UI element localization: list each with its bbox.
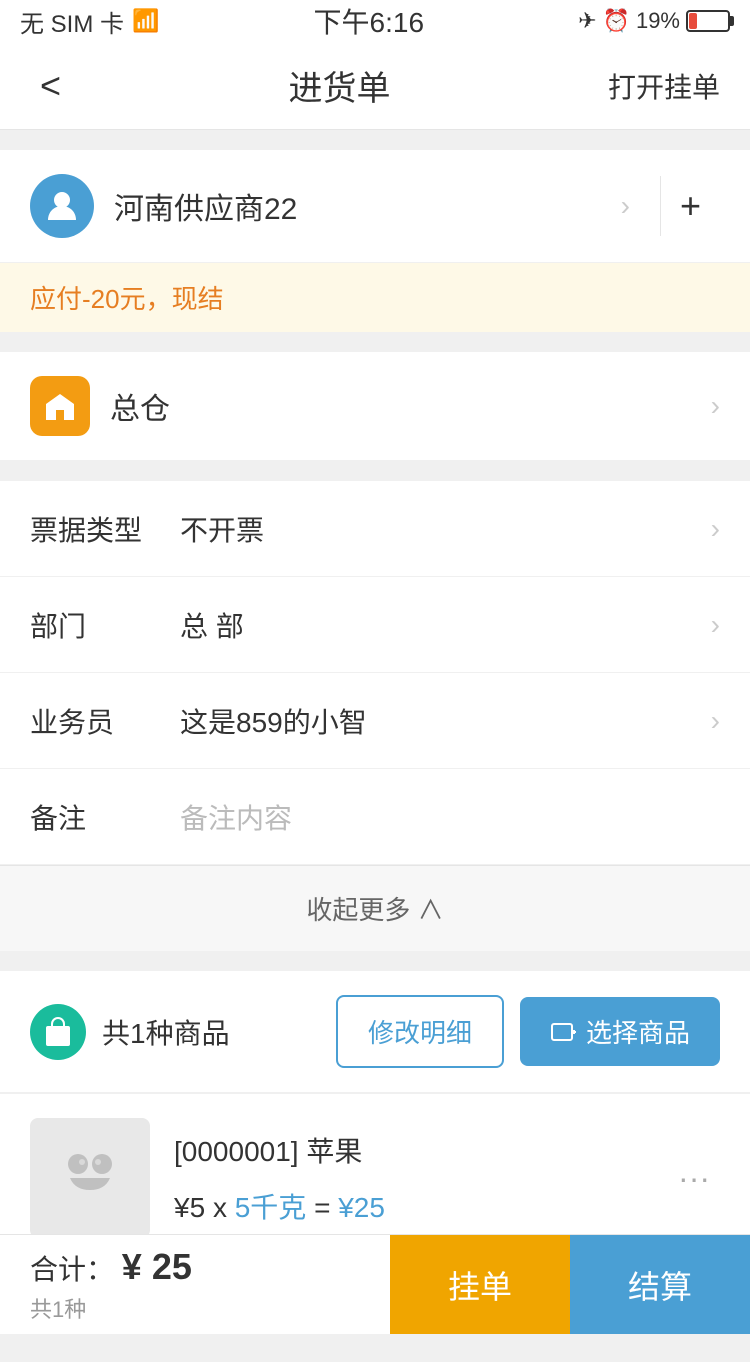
note-label: 备注 xyxy=(30,797,160,837)
status-bar-time: 下午6:16 xyxy=(314,1,425,41)
total-label: 合计： xyxy=(30,1254,114,1285)
invoice-type-row[interactable]: 票据类型 不开票 › xyxy=(0,481,750,577)
select-product-button[interactable]: 选择商品 xyxy=(520,997,720,1066)
product-qty: 5千克 xyxy=(235,1192,307,1223)
invoice-type-chevron-icon: › xyxy=(711,513,720,545)
warehouse-chevron-icon: › xyxy=(711,390,720,422)
product-equals: = xyxy=(314,1192,338,1223)
product-info: [0000001] 苹果 ¥5 x 5千克 = ¥25 xyxy=(174,1130,668,1226)
open-pending-button[interactable]: 打开挂单 xyxy=(608,66,720,106)
department-chevron-icon: › xyxy=(711,609,720,641)
page-title: 进货单 xyxy=(289,61,391,110)
nav-bar: < 进货单 打开挂单 xyxy=(0,42,750,130)
checkout-button[interactable]: 结算 xyxy=(570,1235,750,1334)
product-placeholder-icon xyxy=(60,1148,120,1208)
collapse-button[interactable]: 收起更多 ∧ xyxy=(0,865,750,951)
products-icon xyxy=(30,1004,86,1060)
status-bar: 无 SIM 卡 📶 下午6:16 ✈ ⏰ 19% xyxy=(0,0,750,42)
supplier-name: 河南供应商22 xyxy=(114,184,621,228)
select-product-label: 选择商品 xyxy=(586,1013,690,1050)
product-title: 苹果 xyxy=(306,1136,362,1167)
supplier-notice: 应付-20元，现结 xyxy=(0,263,750,332)
supplier-row[interactable]: 河南供应商22 › + xyxy=(0,150,750,263)
warehouse-icon xyxy=(30,376,90,436)
department-value: 总 部 xyxy=(160,605,711,645)
divider-top xyxy=(0,130,750,150)
department-row[interactable]: 部门 总 部 › xyxy=(0,577,750,673)
house-icon xyxy=(44,390,76,422)
pending-button[interactable]: 挂单 xyxy=(390,1235,570,1334)
product-thumbnail xyxy=(30,1118,150,1238)
salesperson-chevron-icon: › xyxy=(711,705,720,737)
salesperson-value: 这是859的小智 xyxy=(160,701,711,741)
product-unit-price: ¥5 xyxy=(174,1192,205,1223)
add-supplier-button[interactable]: + xyxy=(660,176,720,236)
back-button[interactable]: < xyxy=(30,55,71,117)
products-count: 共1种商品 xyxy=(102,1012,336,1052)
status-bar-left: 无 SIM 卡 📶 xyxy=(20,4,159,39)
wifi-icon: 📶 xyxy=(132,8,159,34)
shopping-bag-icon xyxy=(42,1016,74,1048)
select-product-icon xyxy=(550,1018,578,1046)
warehouse-name: 总仓 xyxy=(110,384,711,428)
product-name: [0000001] 苹果 xyxy=(174,1130,668,1170)
product-total: ¥25 xyxy=(338,1192,385,1223)
product-more-button[interactable]: ··· xyxy=(668,1150,720,1207)
supplier-chevron-icon: › xyxy=(621,190,630,222)
note-row[interactable]: 备注 备注内容 xyxy=(0,769,750,865)
salesperson-label: 业务员 xyxy=(30,701,160,741)
footer-sub-label: 共1种 xyxy=(30,1292,360,1324)
supplier-card: 河南供应商22 › + 应付-20元，现结 xyxy=(0,150,750,332)
battery-percentage: 19% xyxy=(636,8,680,34)
product-code: [0000001] xyxy=(174,1136,299,1167)
total-amount: ¥ 25 xyxy=(122,1246,192,1287)
carrier-text: 无 SIM 卡 xyxy=(20,4,124,39)
department-label: 部门 xyxy=(30,605,160,645)
warehouse-row[interactable]: 总仓 › xyxy=(0,332,750,461)
invoice-type-label: 票据类型 xyxy=(30,509,160,549)
location-icon: ✈ xyxy=(578,8,596,34)
footer-total-row: 合计： ¥ 25 xyxy=(30,1246,360,1288)
product-price: ¥5 x 5千克 = ¥25 xyxy=(174,1186,668,1226)
status-bar-right: ✈ ⏰ 19% xyxy=(578,8,730,34)
edit-details-button[interactable]: 修改明细 xyxy=(336,995,504,1068)
products-header: 共1种商品 修改明细 选择商品 xyxy=(0,971,750,1092)
invoice-type-value: 不开票 xyxy=(160,509,711,549)
form-section: 票据类型 不开票 › 部门 总 部 › 业务员 这是859的小智 › 备注 备注… xyxy=(0,481,750,951)
supplier-avatar xyxy=(30,174,94,238)
note-placeholder[interactable]: 备注内容 xyxy=(160,797,720,837)
footer: 合计： ¥ 25 共1种 挂单 结算 xyxy=(0,1234,750,1334)
person-icon xyxy=(44,188,80,224)
battery-icon xyxy=(686,10,730,32)
alarm-icon: ⏰ xyxy=(603,8,630,34)
footer-total: 合计： ¥ 25 共1种 xyxy=(0,1235,390,1334)
salesperson-row[interactable]: 业务员 这是859的小智 › xyxy=(0,673,750,769)
product-multiply: x xyxy=(213,1192,235,1223)
